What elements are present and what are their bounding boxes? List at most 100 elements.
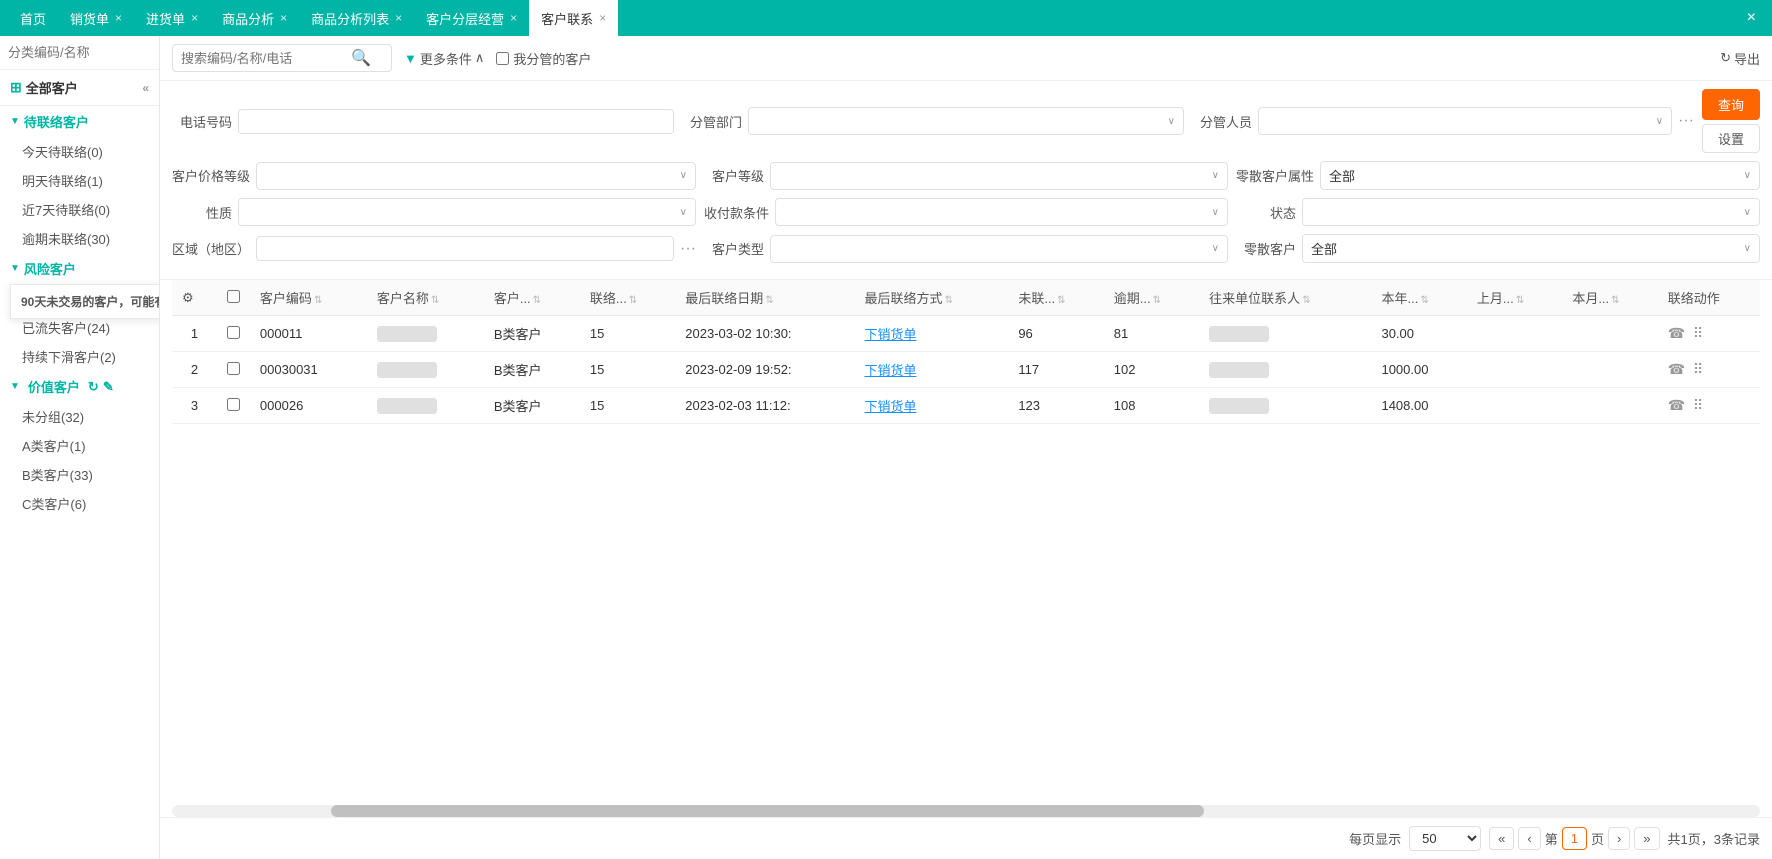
tab-analysis-list-close[interactable]: × xyxy=(395,11,402,25)
next-page-button[interactable]: › xyxy=(1608,827,1630,850)
export-button[interactable]: ↻ 导出 xyxy=(1720,49,1760,68)
cell-last-month-1 xyxy=(1467,352,1562,388)
th-contact-person[interactable]: 往来单位联系人⇅ xyxy=(1199,280,1371,316)
horizontal-scrollbar-thumb[interactable] xyxy=(331,805,1204,817)
tab-customer-layer-close[interactable]: × xyxy=(510,11,517,25)
filter-row-3: 性质 ∨ 收付款条件 ∨ 状态 ∨ xyxy=(172,198,1760,226)
main-search-input[interactable] xyxy=(181,51,351,66)
tab-analysis-close[interactable]: × xyxy=(280,11,287,25)
horizontal-scrollbar[interactable] xyxy=(172,805,1760,817)
row1-ellipsis[interactable]: ··· xyxy=(1678,112,1694,130)
sidebar-item-b-class[interactable]: B类客户(33) xyxy=(0,460,159,489)
edit-icon[interactable]: ✎ xyxy=(103,379,114,395)
per-page-select[interactable]: 50 100 200 xyxy=(1409,826,1481,851)
customer-type-arrow-icon: ∨ xyxy=(1212,243,1219,254)
customer-type-select[interactable]: ∨ xyxy=(770,235,1228,263)
th-type[interactable]: 客户...⇅ xyxy=(484,280,580,316)
action-more-icon-2[interactable]: ⠿ xyxy=(1693,397,1703,413)
th-settings[interactable]: ⚙ xyxy=(172,280,217,316)
my-customers-checkbox[interactable] xyxy=(496,52,509,65)
cell-last-method-2[interactable]: 下销货单 xyxy=(854,388,1008,424)
tab-customer-contact-close[interactable]: × xyxy=(599,11,606,25)
dept-select[interactable]: ∨ xyxy=(748,107,1184,135)
window-close-button[interactable]: × xyxy=(1739,9,1764,27)
customer-level-select[interactable]: ∨ xyxy=(770,162,1228,190)
th-checkbox[interactable] xyxy=(217,280,250,316)
person-select[interactable]: ∨ xyxy=(1258,107,1672,135)
refresh-export-icon: ↻ xyxy=(1720,50,1731,66)
sort-last-date-icon: ⇅ xyxy=(765,295,773,306)
region-input[interactable] xyxy=(256,236,674,261)
tab-purchase[interactable]: 进货单 × xyxy=(134,0,210,36)
th-uncontacted[interactable]: 未联...⇅ xyxy=(1008,280,1103,316)
first-page-button[interactable]: « xyxy=(1489,827,1514,850)
tab-analysis-label: 商品分析 xyxy=(222,9,274,28)
th-last-month[interactable]: 上月...⇅ xyxy=(1467,280,1562,316)
last-page-button[interactable]: » xyxy=(1634,827,1659,850)
sidebar-item-today[interactable]: 今天待联络(0) xyxy=(0,137,159,166)
sidebar-item-tomorrow[interactable]: 明天待联络(1) xyxy=(0,166,159,195)
th-overdue[interactable]: 逾期...⇅ xyxy=(1104,280,1199,316)
main-search-button[interactable]: 🔍 xyxy=(351,48,371,68)
cell-checkbox-2[interactable] xyxy=(217,388,250,424)
tab-sales[interactable]: 销货单 × xyxy=(58,0,134,36)
query-button[interactable]: 查询 xyxy=(1702,89,1760,120)
prev-page-button[interactable]: ‹ xyxy=(1518,827,1540,850)
th-this-month[interactable]: 本月...⇅ xyxy=(1562,280,1657,316)
payment-select[interactable]: ∨ xyxy=(775,198,1228,226)
action-contact-icon-2[interactable]: ☎ xyxy=(1668,397,1685,413)
more-conditions-toggle[interactable]: ▼ 更多条件 ∧ xyxy=(404,49,484,68)
select-all-checkbox[interactable] xyxy=(227,290,240,303)
sidebar-group-risk[interactable]: ▼ 风险客户 90天未交易的客户，可能有流失风险。 xyxy=(0,253,159,284)
sidebar-item-c-class[interactable]: C类客户(6) xyxy=(0,489,159,518)
row-checkbox-0[interactable] xyxy=(227,326,240,339)
th-last-method[interactable]: 最后联络方式⇅ xyxy=(854,280,1008,316)
tab-sales-close[interactable]: × xyxy=(115,11,122,25)
refresh-icon[interactable]: ↻ xyxy=(88,379,99,395)
tab-home[interactable]: 首页 xyxy=(8,0,58,36)
sidebar-item-overdue-contact[interactable]: 逾期未联络(30) xyxy=(0,224,159,253)
nature-select[interactable]: ∨ xyxy=(238,198,696,226)
retail-select[interactable]: 全部 ∨ xyxy=(1302,234,1760,263)
price-level-select[interactable]: ∨ xyxy=(256,162,696,190)
th-year-amount[interactable]: 本年...⇅ xyxy=(1371,280,1466,316)
settings-button[interactable]: 设置 xyxy=(1702,124,1760,153)
sidebar-item-7days[interactable]: 近7天待联络(0) xyxy=(0,195,159,224)
cell-last-method-1[interactable]: 下销货单 xyxy=(854,352,1008,388)
table-settings-icon[interactable]: ⚙ xyxy=(182,290,194,305)
collapse-sidebar-icon[interactable]: « xyxy=(142,81,149,95)
th-contact[interactable]: 联络...⇅ xyxy=(580,280,675,316)
action-more-icon-1[interactable]: ⠿ xyxy=(1693,361,1703,377)
th-name[interactable]: 客户名称⇅ xyxy=(367,280,484,316)
tab-analysis-list[interactable]: 商品分析列表 × xyxy=(299,0,414,36)
cell-checkbox-1[interactable] xyxy=(217,352,250,388)
filter-cell-customer-level: 客户等级 ∨ xyxy=(704,162,1228,190)
sidebar-all-customers[interactable]: ⊞ 全部客户 « xyxy=(0,70,159,106)
sidebar-search-input[interactable] xyxy=(8,45,160,60)
th-last-date[interactable]: 最后联络日期⇅ xyxy=(675,280,854,316)
sidebar-group-value[interactable]: ▼ 价值客户 ↻ ✎ xyxy=(0,371,159,402)
sidebar-item-declining[interactable]: 持续下滑客户(2) xyxy=(0,342,159,371)
tab-customer-layer[interactable]: 客户分层经营 × xyxy=(414,0,529,36)
action-contact-icon-1[interactable]: ☎ xyxy=(1668,361,1685,377)
status-select[interactable]: ∨ xyxy=(1302,198,1760,226)
cell-checkbox-0[interactable] xyxy=(217,316,250,352)
cell-last-method-0[interactable]: 下销货单 xyxy=(854,316,1008,352)
th-code[interactable]: 客户编码⇅ xyxy=(250,280,367,316)
sidebar-item-ungrouped[interactable]: 未分组(32) xyxy=(0,402,159,431)
phone-input[interactable] xyxy=(238,109,674,134)
cell-type-2: B类客户 xyxy=(484,388,580,424)
nature-label: 性质 xyxy=(172,203,232,222)
tab-purchase-close[interactable]: × xyxy=(191,11,198,25)
row-checkbox-2[interactable] xyxy=(227,398,240,411)
region-ellipsis[interactable]: ··· xyxy=(680,240,696,258)
my-customers-toggle[interactable]: 我分管的客户 xyxy=(496,49,591,68)
sidebar-item-a-class[interactable]: A类客户(1) xyxy=(0,431,159,460)
tab-analysis[interactable]: 商品分析 × xyxy=(210,0,299,36)
tab-customer-contact[interactable]: 客户联系 × xyxy=(529,0,618,36)
action-more-icon-0[interactable]: ⠿ xyxy=(1693,325,1703,341)
action-contact-icon-0[interactable]: ☎ xyxy=(1668,325,1685,341)
sidebar-group-pending[interactable]: ▼ 待联络客户 xyxy=(0,106,159,137)
row-checkbox-1[interactable] xyxy=(227,362,240,375)
retail-attr-select[interactable]: 全部 ∨ xyxy=(1320,161,1760,190)
